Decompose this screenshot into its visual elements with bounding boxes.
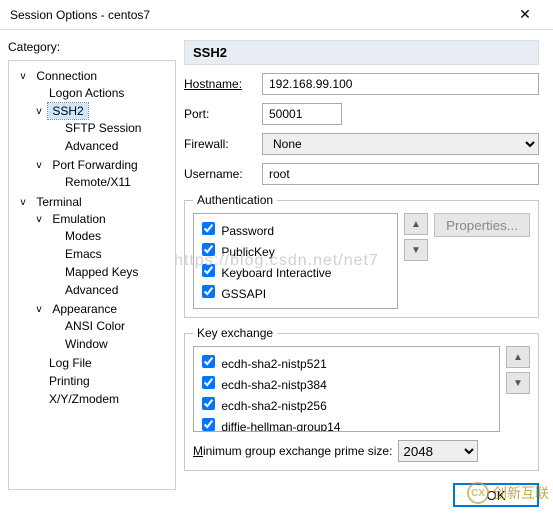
section-title: SSH2	[184, 40, 539, 65]
username-input[interactable]	[262, 163, 539, 185]
kex-item[interactable]: ecdh-sha2-nistp256	[198, 393, 495, 414]
port-input[interactable]	[262, 103, 342, 125]
port-label: Port:	[184, 107, 254, 121]
expand-icon[interactable]: v	[17, 71, 29, 82]
tree-port-forwarding[interactable]: Port Forwarding	[48, 157, 141, 173]
authentication-list[interactable]: Password PublicKey Keyboard Interactive …	[193, 213, 398, 309]
ok-button[interactable]: OK	[453, 483, 539, 507]
kex-item[interactable]: ecdh-sha2-nistp384	[198, 372, 495, 393]
tree-emacs[interactable]: Emacs	[61, 246, 106, 262]
firewall-label: Firewall:	[184, 137, 254, 151]
auth-item-keyboard[interactable]: Keyboard Interactive	[198, 260, 393, 281]
kex-move-down-button[interactable]: ▼	[506, 372, 530, 394]
auth-move-up-button[interactable]: ▲	[404, 213, 428, 235]
authentication-legend: Authentication	[193, 193, 277, 207]
username-label: Username:	[184, 167, 254, 181]
tree-emulation[interactable]: Emulation	[48, 211, 109, 227]
expand-icon[interactable]: v	[33, 214, 45, 225]
tree-printing[interactable]: Printing	[45, 373, 94, 389]
category-label: Category:	[8, 40, 176, 54]
auth-item-gssapi[interactable]: GSSAPI	[198, 281, 393, 302]
expand-icon[interactable]: v	[17, 197, 29, 208]
tree-ssh2-advanced[interactable]: Advanced	[61, 138, 122, 154]
kex-legend: Key exchange	[193, 326, 277, 340]
authentication-group: Authentication Password PublicKey Keyboa…	[184, 193, 539, 318]
tree-log-file[interactable]: Log File	[45, 355, 96, 371]
properties-button: Properties...	[434, 213, 530, 237]
kex-list[interactable]: ecdh-sha2-nistp521 ecdh-sha2-nistp384 ec…	[193, 346, 500, 432]
min-group-select[interactable]: 2048	[398, 440, 478, 462]
auth-item-publickey[interactable]: PublicKey	[198, 239, 393, 260]
expand-icon[interactable]: v	[33, 160, 45, 171]
tree-mapped-keys[interactable]: Mapped Keys	[61, 264, 142, 280]
tree-window[interactable]: Window	[61, 336, 112, 352]
auth-move-down-button[interactable]: ▼	[404, 239, 428, 261]
category-tree[interactable]: v Connection Logon Actions v SSH2 SFTP S…	[8, 60, 176, 490]
auth-item-password[interactable]: Password	[198, 218, 393, 239]
tree-sftp-session[interactable]: SFTP Session	[61, 120, 145, 136]
window-title: Session Options - centos7	[10, 8, 150, 22]
tree-remote-x11[interactable]: Remote/X11	[61, 174, 135, 190]
tree-emulation-advanced[interactable]: Advanced	[61, 282, 122, 298]
kex-group: Key exchange ecdh-sha2-nistp521 ecdh-sha…	[184, 326, 539, 471]
tree-ansi-color[interactable]: ANSI Color	[61, 318, 129, 334]
expand-icon[interactable]: v	[33, 106, 45, 117]
hostname-input[interactable]	[262, 73, 539, 95]
expand-icon[interactable]: v	[33, 304, 45, 315]
tree-terminal[interactable]: Terminal	[32, 194, 85, 210]
tree-ssh2[interactable]: SSH2	[48, 103, 87, 119]
tree-connection[interactable]: Connection	[32, 68, 101, 84]
titlebar: Session Options - centos7 ✕	[0, 0, 553, 30]
hostname-label: Hostname:	[184, 77, 254, 91]
kex-move-up-button[interactable]: ▲	[506, 346, 530, 368]
kex-item[interactable]: ecdh-sha2-nistp521	[198, 351, 495, 372]
close-icon[interactable]: ✕	[505, 0, 545, 30]
tree-modes[interactable]: Modes	[61, 228, 105, 244]
min-group-label: Minimum group exchange prime size:	[193, 444, 392, 458]
tree-xyzmodem[interactable]: X/Y/Zmodem	[45, 391, 123, 407]
tree-logon-actions[interactable]: Logon Actions	[45, 85, 128, 101]
tree-appearance[interactable]: Appearance	[48, 301, 121, 317]
firewall-select[interactable]: None	[262, 133, 539, 155]
kex-item[interactable]: diffie-hellman-group14	[198, 414, 495, 432]
